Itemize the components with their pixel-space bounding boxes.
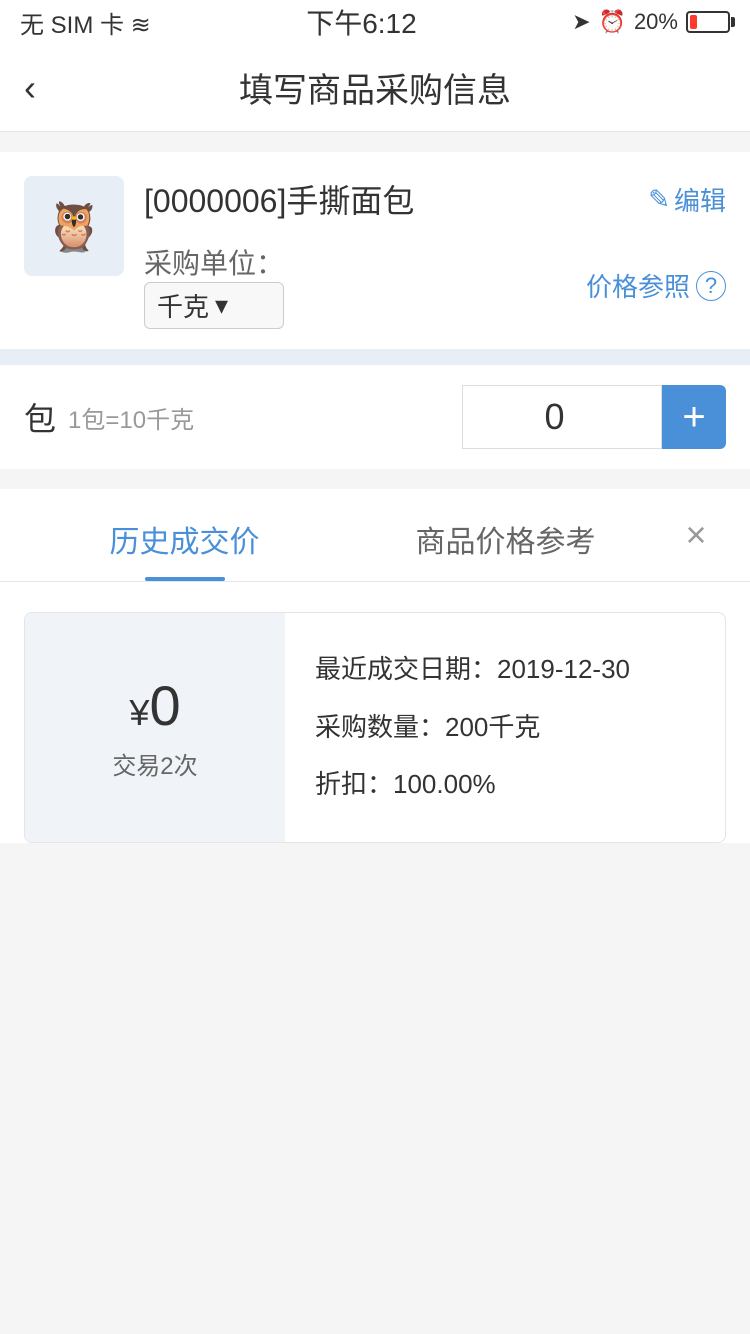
battery-icon <box>686 11 730 33</box>
product-info: [0000006]手撕面包 ✎ 编辑 采购单位： 千克 ▾ 价格参照 ? <box>144 176 726 329</box>
price-detail-date: 最近成交日期：2019-12-30 <box>315 649 695 691</box>
product-name: [0000006]手撕面包 <box>144 176 414 222</box>
battery-percent: 20% <box>634 9 678 35</box>
product-section: 🦉 [0000006]手撕面包 ✎ 编辑 采购单位： 千克 ▾ 价格参照 ? <box>0 152 750 349</box>
section-divider <box>0 349 750 365</box>
product-logo-icon: 🦉 <box>44 198 104 255</box>
tab-history-price[interactable]: 历史成交价 <box>24 489 345 581</box>
price-transactions: 交易2次 <box>112 746 197 781</box>
back-button[interactable]: ‹ <box>24 70 36 106</box>
page-title: 填写商品采购信息 <box>239 63 511 112</box>
tab-content: ¥0 交易2次 最近成交日期：2019-12-30 采购数量：200千克 折扣：… <box>0 612 750 843</box>
price-detail-discount: 折扣：100.00% <box>315 764 695 806</box>
product-unit-row: 采购单位： 千克 ▾ 价格参照 ? <box>144 242 726 329</box>
sim-signal: 无 SIM 卡 ≋ <box>20 5 151 40</box>
alarm-icon: ⏰ <box>599 9 626 35</box>
edit-icon: ✎ <box>648 184 670 215</box>
status-bar: 无 SIM 卡 ≋ 下午6:12 ➤ ⏰ 20% <box>0 0 750 44</box>
status-right: ➤ ⏰ 20% <box>572 9 730 35</box>
product-thumbnail: 🦉 <box>24 176 124 276</box>
price-card: ¥0 交易2次 最近成交日期：2019-12-30 采购数量：200千克 折扣：… <box>24 612 726 843</box>
price-right-panel: 最近成交日期：2019-12-30 采购数量：200千克 折扣：100.00% <box>285 613 725 842</box>
edit-button[interactable]: ✎ 编辑 <box>648 181 726 218</box>
quantity-left: 包 1包=10千克 <box>24 394 194 440</box>
status-time: 下午6:12 <box>306 2 417 42</box>
quantity-unit-tag: 包 <box>24 394 56 440</box>
tab-close-button[interactable]: × <box>666 505 726 565</box>
tabs-section: 历史成交价 商品价格参考 × ¥0 交易2次 最近成交日期：2019-12-30… <box>0 489 750 843</box>
price-detail-quantity: 采购数量：200千克 <box>315 707 695 749</box>
quantity-input[interactable] <box>462 385 662 449</box>
product-header: [0000006]手撕面包 ✎ 编辑 <box>144 176 726 222</box>
quantity-right: + <box>462 385 726 449</box>
unit-label: 采购单位： <box>144 248 284 279</box>
price-amount: ¥0 <box>129 673 180 738</box>
quantity-section: 包 1包=10千克 + <box>0 365 750 469</box>
status-left: 无 SIM 卡 ≋ <box>20 5 151 40</box>
chevron-down-icon: ▾ <box>215 290 228 321</box>
nav-bar: ‹ 填写商品采购信息 <box>0 44 750 132</box>
unit-select[interactable]: 千克 ▾ <box>144 282 284 329</box>
help-icon: ? <box>696 271 726 301</box>
unit-label-group: 采购单位： 千克 ▾ <box>144 242 284 329</box>
tabs-header: 历史成交价 商品价格参考 × <box>0 489 750 582</box>
tab-product-price-ref[interactable]: 商品价格参考 <box>345 489 666 581</box>
price-left-panel: ¥0 交易2次 <box>25 613 285 842</box>
price-ref-button[interactable]: 价格参照 ? <box>586 267 726 304</box>
price-currency: ¥ <box>129 692 149 733</box>
quantity-hint: 1包=10千克 <box>68 400 194 435</box>
location-icon: ➤ <box>572 9 590 35</box>
quantity-plus-button[interactable]: + <box>662 385 726 449</box>
